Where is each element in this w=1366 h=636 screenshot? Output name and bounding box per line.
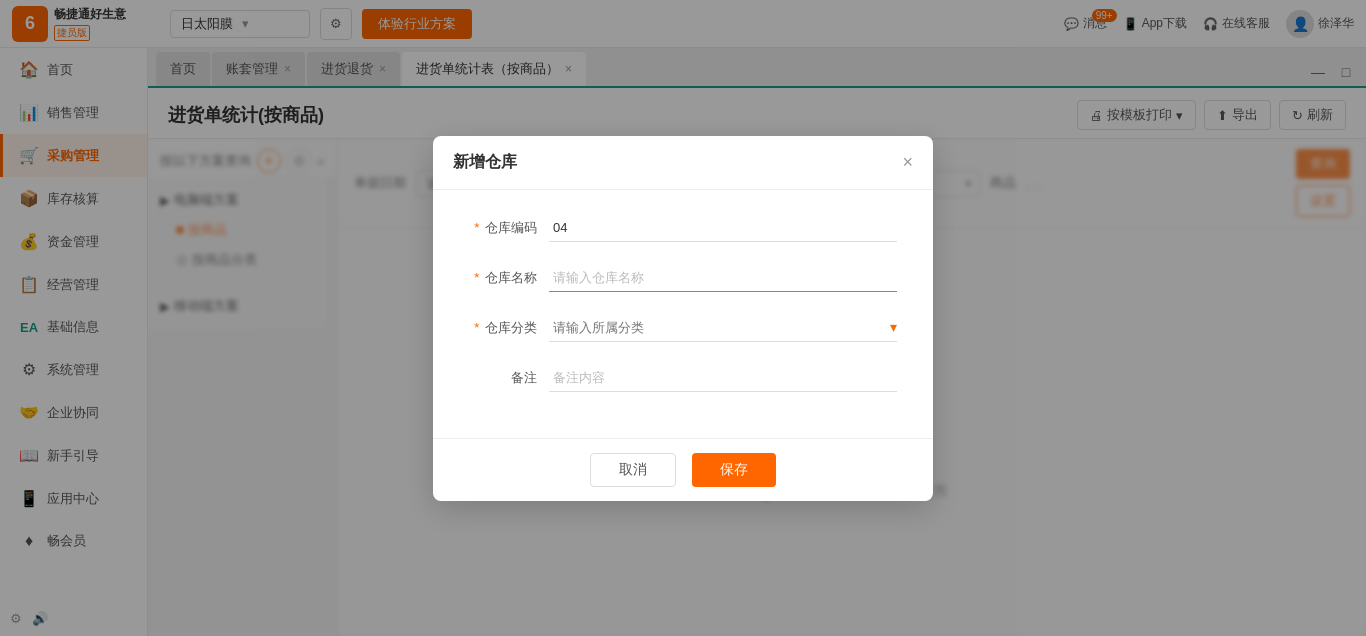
category-select-input[interactable] [549,314,890,341]
save-button[interactable]: 保存 [692,453,776,487]
form-row-code: * 仓库编码 [469,214,897,242]
modal-header: 新增仓库 × [433,136,933,190]
name-label: * 仓库名称 [469,269,549,287]
modal-overlay: 新增仓库 × * 仓库编码 * 仓库名称 [0,0,1366,636]
remark-input[interactable] [549,364,897,392]
warehouse-name-input[interactable] [549,264,897,292]
modal-close-button[interactable]: × [902,153,913,171]
warehouse-code-input[interactable] [549,214,897,242]
form-row-remark: 备注 [469,364,897,392]
category-label: * 仓库分类 [469,319,549,337]
cancel-button[interactable]: 取消 [590,453,676,487]
category-select-wrapper: ▾ [549,314,897,342]
modal-footer: 取消 保存 [433,438,933,501]
form-row-category: * 仓库分类 ▾ [469,314,897,342]
new-warehouse-modal: 新增仓库 × * 仓库编码 * 仓库名称 [433,136,933,501]
modal-body: * 仓库编码 * 仓库名称 * 仓库分类 [433,190,933,438]
code-label: * 仓库编码 [469,219,549,237]
form-row-name: * 仓库名称 [469,264,897,292]
modal-title: 新增仓库 [453,152,517,173]
remark-label: 备注 [469,369,549,387]
category-arrow-icon: ▾ [890,319,897,335]
